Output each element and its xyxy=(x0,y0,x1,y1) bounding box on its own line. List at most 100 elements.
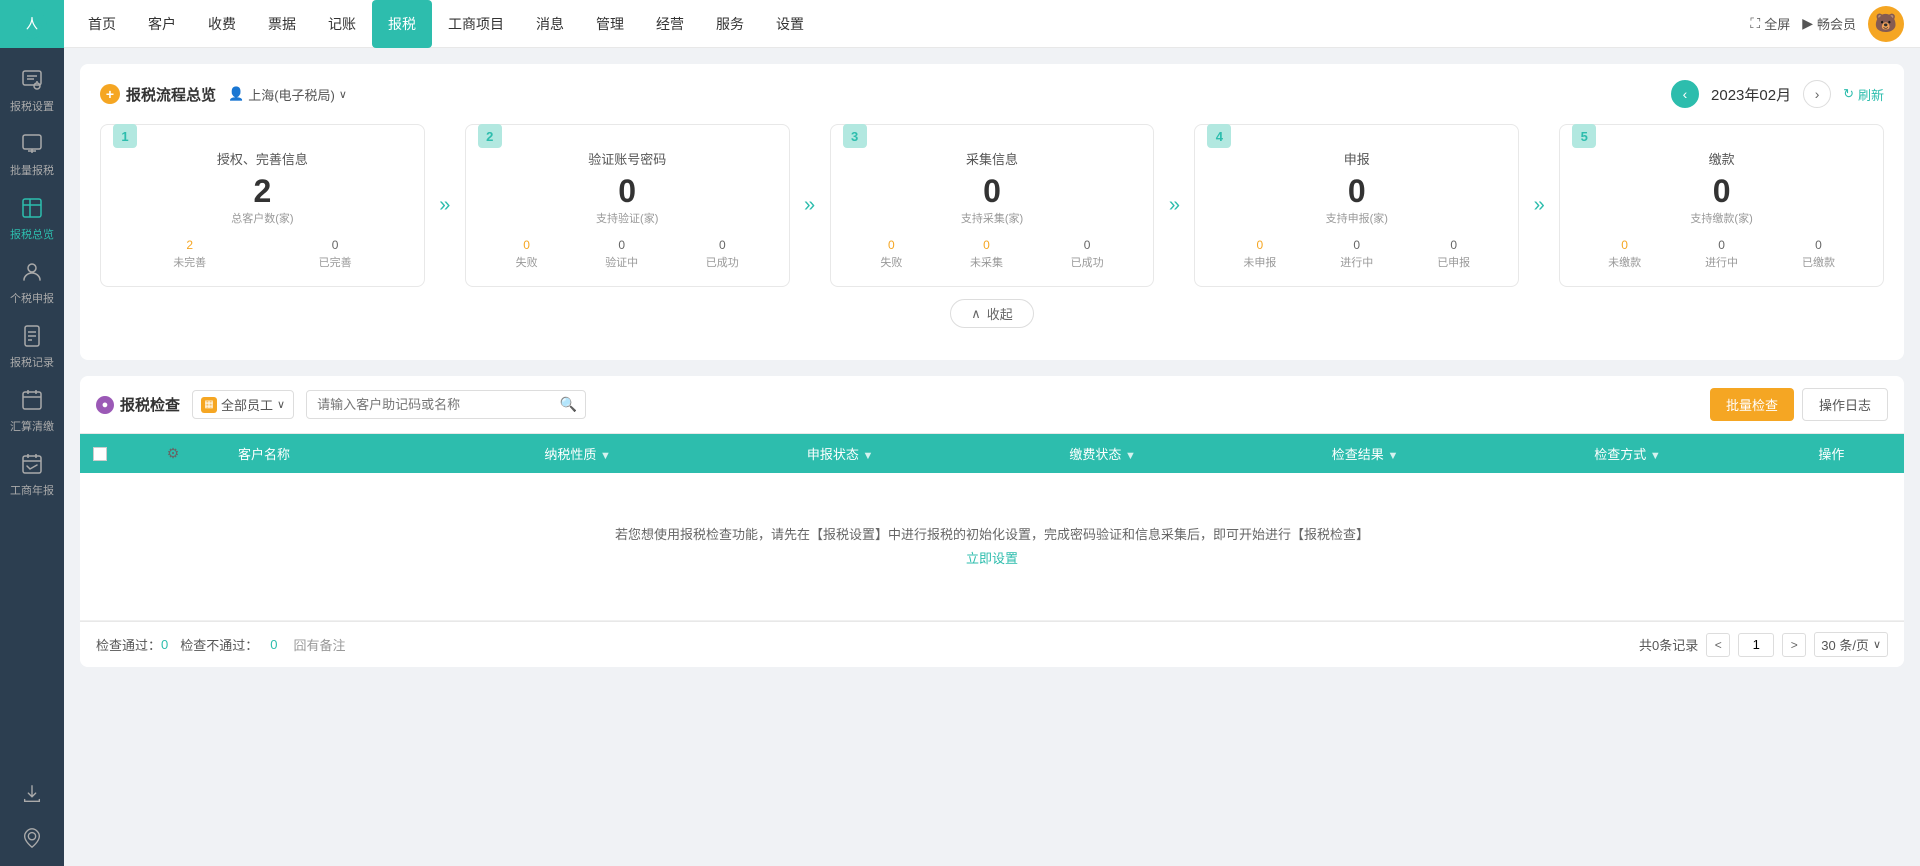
tax-records-icon xyxy=(18,322,46,350)
step-5-stat-2: 0 已缴款 xyxy=(1802,238,1835,270)
check-card: ● 报税检查 ▦ 全部员工 ∨ 🔍 批量检查 操作日志 xyxy=(80,376,1904,667)
per-page-chevron-icon: ∨ xyxy=(1873,638,1881,651)
setup-link[interactable]: 立即设置 xyxy=(966,551,1018,566)
download-icon xyxy=(18,780,46,808)
table-header-declare-status[interactable]: 申报状态 ▼ xyxy=(709,434,971,473)
prev-month-button[interactable]: ‹ xyxy=(1671,80,1699,108)
nav-items: 首页 客户 收费 票据 记账 报税 工商项目 消息 管理 经营 服务 设置 xyxy=(64,0,1750,48)
operation-log-button[interactable]: 操作日志 xyxy=(1802,388,1888,421)
nav-tax[interactable]: 报税 xyxy=(372,0,432,48)
overview-card: + 报税流程总览 👤 上海(电子税局) ∨ ‹ 2023年02月 › ↻ 刷新 … xyxy=(80,64,1904,360)
search-icon: 🔍 xyxy=(560,396,577,412)
sidebar: 报税设置 批量报税 报税总览 个税申报 xyxy=(0,48,64,866)
search-input[interactable] xyxy=(307,392,552,417)
sidebar-item-tax-settings[interactable]: 报税设置 xyxy=(0,56,64,120)
refresh-button[interactable]: ↻ 刷新 xyxy=(1843,85,1884,104)
user-avatar[interactable]: 🐻 xyxy=(1868,6,1904,42)
sidebar-item-batch-tax[interactable]: 批量报税 xyxy=(0,120,64,184)
step-5-stat-1: 0 进行中 xyxy=(1705,238,1738,270)
table-footer: 检查通过： 0 检查不通过： 0 囧有备注 共0条记录 < > 30 条/页 ∨ xyxy=(80,621,1904,667)
tax-overview-icon xyxy=(18,194,46,222)
nav-invoice[interactable]: 票据 xyxy=(252,0,312,48)
step-card-3: 3 采集信息 0 支持采集(家) 0 失败 0 未采集 0 已成功 xyxy=(830,124,1155,287)
nav-service[interactable]: 服务 xyxy=(700,0,760,48)
collapse-row: ∧ 收起 xyxy=(100,299,1884,328)
check-result-filter-icon[interactable]: ▼ xyxy=(1387,450,1398,462)
arrow-3-4: » xyxy=(1154,124,1194,287)
nav-message[interactable]: 消息 xyxy=(520,0,580,48)
nav-settings[interactable]: 设置 xyxy=(760,0,820,48)
sidebar-item-location[interactable] xyxy=(0,814,64,858)
steps-row: 1 授权、完善信息 2 总客户数(家) 2 未完善 0 已完善 » xyxy=(100,124,1884,287)
table-header-check-method[interactable]: 检查方式 ▼ xyxy=(1496,434,1758,473)
gear-icon[interactable]: ⚙ xyxy=(167,445,180,461)
select-all-checkbox[interactable] xyxy=(93,447,107,461)
settlement-icon xyxy=(18,386,46,414)
table-header-gear[interactable]: ⚙ xyxy=(120,434,226,473)
pagination: 共0条记录 < > 30 条/页 ∨ xyxy=(1639,632,1888,657)
arrow-2-3: » xyxy=(790,124,830,287)
pay-status-filter-icon[interactable]: ▼ xyxy=(1125,450,1136,462)
nav-customer[interactable]: 客户 xyxy=(132,0,192,48)
location-badge[interactable]: 👤 上海(电子税局) ∨ xyxy=(228,85,347,104)
nav-right: ⛶ 全屏 ▶ 畅会员 🐻 xyxy=(1750,6,1920,42)
step-3-stats: 0 失败 0 未采集 0 已成功 xyxy=(847,238,1138,270)
fail-count-link[interactable]: 0 xyxy=(270,637,277,652)
data-table: ⚙ 客户名称 纳税性质 ▼ 申报状态 ▼ xyxy=(80,434,1904,621)
table-wrapper[interactable]: ⚙ 客户名称 纳税性质 ▼ 申报状态 ▼ xyxy=(80,434,1904,621)
per-page-select[interactable]: 30 条/页 ∨ xyxy=(1814,632,1888,657)
nav-fee[interactable]: 收费 xyxy=(192,0,252,48)
check-title-icon: ● xyxy=(96,396,114,414)
batch-tax-icon xyxy=(18,130,46,158)
check-title: ● 报税检查 xyxy=(96,394,180,415)
pass-count-link[interactable]: 0 xyxy=(161,637,168,652)
arrow-4-5: » xyxy=(1519,124,1559,287)
prev-page-button[interactable]: < xyxy=(1706,633,1730,657)
nav-business[interactable]: 工商项目 xyxy=(432,0,520,48)
search-button[interactable]: 🔍 xyxy=(552,391,585,418)
table-header-operation: 操作 xyxy=(1759,434,1904,473)
sidebar-item-tax-overview[interactable]: 报税总览 xyxy=(0,184,64,248)
collapse-up-icon: ∧ xyxy=(971,306,981,322)
employee-filter[interactable]: ▦ 全部员工 ∨ xyxy=(192,390,294,419)
check-method-filter-icon[interactable]: ▼ xyxy=(1650,450,1661,462)
table-header-customer: 客户名称 xyxy=(226,434,446,473)
step-num-2: 2 xyxy=(478,124,502,148)
sidebar-item-personal-tax[interactable]: 个税申报 xyxy=(0,248,64,312)
step-4-stat-1: 0 进行中 xyxy=(1340,238,1373,270)
top-nav: 首页 客户 收费 票据 记账 报税 工商项目 消息 管理 经营 服务 设置 ⛶ … xyxy=(0,0,1920,48)
sidebar-item-tax-records[interactable]: 报税记录 xyxy=(0,312,64,376)
collapse-button[interactable]: ∧ 收起 xyxy=(950,299,1034,328)
step-num-1: 1 xyxy=(113,124,137,148)
step-1-stats: 2 未完善 0 已完善 xyxy=(117,238,408,270)
batch-check-button[interactable]: 批量检查 xyxy=(1710,388,1794,421)
tax-nature-filter-icon[interactable]: ▼ xyxy=(600,450,611,462)
next-page-button[interactable]: > xyxy=(1782,633,1806,657)
next-month-button[interactable]: › xyxy=(1803,80,1831,108)
play-icon: ▶ xyxy=(1802,15,1813,32)
step-3-stat-2: 0 已成功 xyxy=(1071,238,1104,270)
step-num-4: 4 xyxy=(1207,124,1231,148)
table-header-checkbox[interactable] xyxy=(80,434,120,473)
step-4-stat-0: 0 未申报 xyxy=(1243,238,1276,270)
overview-title: + 报税流程总览 xyxy=(100,84,216,105)
app-logo[interactable] xyxy=(0,0,64,48)
sidebar-item-settlement[interactable]: 汇算清缴 xyxy=(0,376,64,440)
nav-management[interactable]: 管理 xyxy=(580,0,640,48)
sidebar-item-annual-report[interactable]: 工商年报 xyxy=(0,440,64,504)
step-4-stats: 0 未申报 0 进行中 0 已申报 xyxy=(1211,238,1502,270)
overview-title-icon: + xyxy=(100,84,120,104)
vip-button[interactable]: ▶ 畅会员 xyxy=(1802,14,1856,33)
nav-home[interactable]: 首页 xyxy=(72,0,132,48)
table-header-check-result[interactable]: 检查结果 ▼ xyxy=(1234,434,1496,473)
page-input[interactable] xyxy=(1738,633,1774,657)
nav-accounting[interactable]: 记账 xyxy=(312,0,372,48)
table-header-pay-status[interactable]: 缴费状态 ▼ xyxy=(971,434,1233,473)
step-3-stat-0: 0 失败 xyxy=(880,238,902,270)
declare-status-filter-icon[interactable]: ▼ xyxy=(863,450,874,462)
fullscreen-button[interactable]: ⛶ 全屏 xyxy=(1750,14,1790,33)
sidebar-item-download[interactable] xyxy=(0,770,64,814)
table-header-tax-nature[interactable]: 纳税性质 ▼ xyxy=(446,434,708,473)
step-card-2: 2 验证账号密码 0 支持验证(家) 0 失败 0 验证中 0 已成功 xyxy=(465,124,790,287)
nav-business-mgmt[interactable]: 经营 xyxy=(640,0,700,48)
